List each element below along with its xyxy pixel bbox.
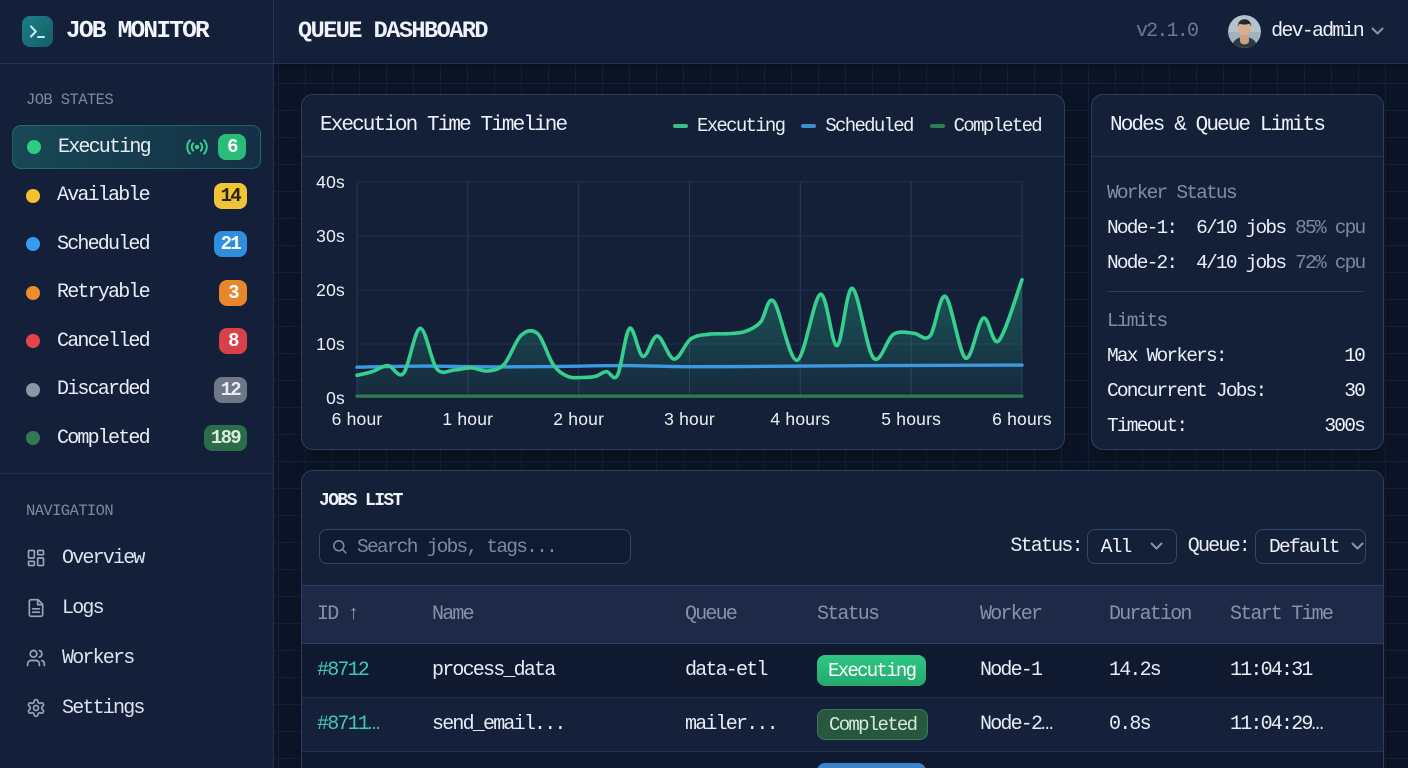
svg-text:1 hour: 1 hour [442, 409, 493, 429]
svg-text:2 hour: 2 hour [553, 409, 604, 429]
svg-text:6 hour: 6 hour [332, 409, 383, 429]
svg-text:3 hour: 3 hour [664, 409, 715, 429]
svg-text:10s: 10s [316, 334, 345, 354]
svg-text:40s: 40s [316, 172, 345, 192]
svg-text:20s: 20s [316, 280, 345, 300]
svg-text:30s: 30s [316, 226, 345, 246]
svg-text:6 hours: 6 hours [992, 409, 1052, 429]
svg-text:5 hours: 5 hours [881, 409, 941, 429]
svg-text:4 hours: 4 hours [770, 409, 830, 429]
svg-text:0s: 0s [326, 388, 345, 408]
